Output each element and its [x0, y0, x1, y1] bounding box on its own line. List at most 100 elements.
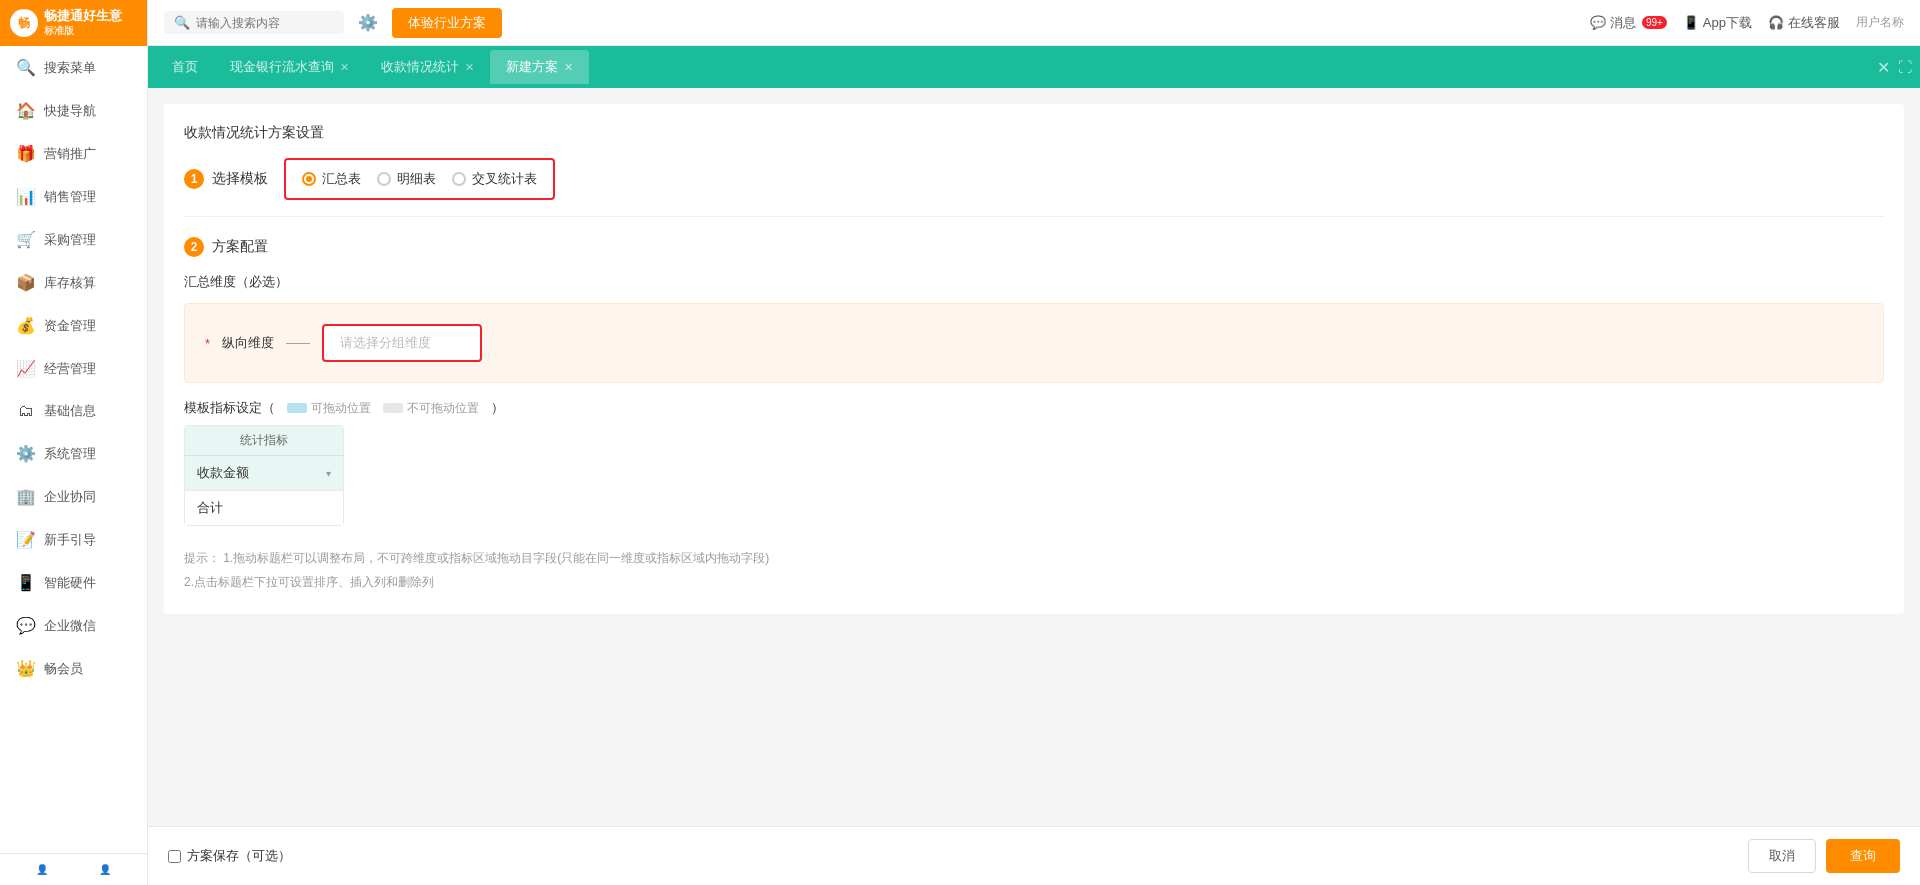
radio-cross[interactable]: 交叉统计表	[452, 170, 537, 188]
main-card: 收款情况统计方案设置 1 选择模板 汇总表 明细表	[164, 104, 1904, 614]
sidebar-avatar2[interactable]: 👤	[99, 864, 111, 875]
messages-label: 消息	[1610, 14, 1636, 32]
page-title: 收款情况统计方案设置	[184, 124, 1884, 142]
sidebar-item-wechat[interactable]: 💬 企业微信	[0, 604, 147, 647]
search-input[interactable]	[196, 16, 316, 30]
radio-cross-circle	[452, 172, 466, 186]
vertical-dimension-label: 纵向维度	[222, 334, 274, 352]
tab-cash-flow-close[interactable]: ✕	[340, 61, 349, 74]
crown-icon: 👑	[16, 659, 36, 678]
metrics-row-label: 合计	[197, 500, 223, 515]
phone-icon: 📱	[16, 573, 36, 592]
sidebar-item-label: 畅会员	[44, 660, 83, 678]
save-checkbox-label[interactable]: 方案保存（可选）	[168, 847, 291, 865]
radio-summary[interactable]: 汇总表	[302, 170, 361, 188]
section-divider	[184, 216, 1884, 217]
fixed-dot	[383, 403, 403, 413]
search-icon: 🔍	[16, 58, 36, 77]
gear-icon: ⚙️	[16, 444, 36, 463]
tabs-expand-button[interactable]: ⛶	[1898, 59, 1912, 75]
metrics-row-total: 合计	[185, 491, 343, 525]
settings-icon[interactable]: ⚙️	[354, 9, 382, 36]
radio-detail-circle	[377, 172, 391, 186]
avatar-icon: 👤	[36, 864, 48, 875]
home-icon: 🏠	[16, 101, 36, 120]
sidebar-item-label: 资金管理	[44, 317, 96, 335]
sidebar-item-label: 新手引导	[44, 531, 96, 549]
sidebar-item-finance[interactable]: 💰 资金管理	[0, 304, 147, 347]
sidebar-item-member[interactable]: 👑 畅会员	[0, 647, 147, 690]
gift-icon: 🎁	[16, 144, 36, 163]
section2-label: 方案配置	[212, 238, 268, 256]
cancel-button[interactable]: 取消	[1748, 839, 1816, 873]
dropdown-arrow-icon: ▾	[326, 468, 331, 479]
dimension-arrow: ——	[286, 336, 310, 350]
query-button[interactable]: 查询	[1826, 839, 1900, 873]
logo-title: 畅捷通好生意	[44, 8, 122, 24]
sidebar-item-label: 采购管理	[44, 231, 96, 249]
sidebar-item-label: 销售管理	[44, 188, 96, 206]
tab-new-plan[interactable]: 新建方案 ✕	[490, 50, 589, 84]
sidebar-item-operation[interactable]: 📈 经营管理	[0, 347, 147, 390]
dimension-selector[interactable]: 请选择分组维度	[322, 324, 482, 362]
metrics-column-label: 收款金额	[197, 464, 249, 482]
tab-receipt-stats-close[interactable]: ✕	[465, 61, 474, 74]
search-icon: 🔍	[174, 15, 190, 30]
save-checkbox-text: 方案保存（可选）	[187, 847, 291, 865]
radio-cross-label: 交叉统计表	[472, 170, 537, 188]
sidebar-item-marketing[interactable]: 🎁 营销推广	[0, 132, 147, 175]
sidebar-item-purchase[interactable]: 🛒 采购管理	[0, 218, 147, 261]
tab-home-label: 首页	[172, 58, 198, 76]
section2: 2 方案配置 汇总维度（必选） * 纵向维度 —— 请选择分组维度	[184, 237, 1884, 594]
sidebar-item-hardware[interactable]: 📱 智能硬件	[0, 561, 147, 604]
tips-section: 提示： 1.拖动标题栏可以调整布局，不可跨维度或指标区域拖动目字段(只能在同一维…	[184, 546, 1884, 594]
app-download-button[interactable]: 📱 App下载	[1683, 14, 1752, 32]
section1-number: 1	[184, 169, 204, 189]
sidebar-item-label: 企业微信	[44, 617, 96, 635]
messages-button[interactable]: 💬 消息 99+	[1590, 14, 1667, 32]
sidebar-item-search[interactable]: 🔍 搜索菜单	[0, 46, 147, 89]
header: 🔍 ⚙️ 体验行业方案 💬 消息 99+ 📱 App下载 🎧 在线客服 用户名称	[148, 0, 1920, 46]
sidebar-avatar1[interactable]: 👤	[36, 864, 48, 875]
tab-new-plan-close[interactable]: ✕	[564, 61, 573, 74]
metrics-title-close: ）	[491, 399, 504, 417]
save-checkbox[interactable]	[168, 850, 181, 863]
service-icon: 🎧	[1768, 15, 1784, 30]
logo-icon: 畅	[10, 9, 38, 37]
app-download-label: App下载	[1703, 14, 1752, 32]
sidebar-logo: 畅 畅捷通好生意 标准版	[0, 0, 147, 46]
sidebar-item-inventory[interactable]: 📦 库存核算	[0, 261, 147, 304]
sidebar-item-system[interactable]: ⚙️ 系统管理	[0, 432, 147, 475]
online-service-button[interactable]: 🎧 在线客服	[1768, 14, 1840, 32]
tab-cash-flow[interactable]: 现金银行流水查询 ✕	[214, 50, 365, 84]
sidebar-item-label: 系统管理	[44, 445, 96, 463]
logo-badge: 标准版	[44, 24, 122, 38]
tab-home[interactable]: 首页	[156, 50, 214, 84]
sidebar-item-quick-nav[interactable]: 🏠 快捷导航	[0, 89, 147, 132]
online-service-label: 在线客服	[1788, 14, 1840, 32]
tabs-close-all-button[interactable]: ✕	[1877, 58, 1890, 77]
header-search-box[interactable]: 🔍	[164, 11, 344, 34]
download-icon: 📱	[1683, 15, 1699, 30]
sidebar-item-basic-info[interactable]: 🗂 基础信息	[0, 390, 147, 432]
section1-header: 1 选择模板 汇总表 明细表 交叉统计表	[184, 158, 1884, 200]
template-radio-group: 汇总表 明细表 交叉统计表	[302, 170, 537, 188]
sidebar-nav: 🔍 搜索菜单 🏠 快捷导航 🎁 营销推广 📊 销售管理 🛒 采购管理 📦 库存核…	[0, 46, 147, 853]
sidebar-item-sales[interactable]: 📊 销售管理	[0, 175, 147, 218]
metrics-title-text: 模板指标设定（	[184, 399, 275, 417]
sidebar-item-label: 经营管理	[44, 360, 96, 378]
radio-detail[interactable]: 明细表	[377, 170, 436, 188]
box-icon: 📦	[16, 273, 36, 292]
footer: 方案保存（可选） 取消 查询	[148, 826, 1920, 885]
tip-2: 2.点击标题栏下拉可设置排序、插入列和删除列	[184, 570, 1884, 594]
sidebar-item-label: 基础信息	[44, 402, 96, 420]
movable-label: 可拖动位置	[311, 400, 371, 417]
metrics-title: 模板指标设定（ 可拖动位置 不可拖动位置 ）	[184, 399, 1884, 417]
sidebar-item-enterprise[interactable]: 🏢 企业协同	[0, 475, 147, 518]
sidebar-item-guide[interactable]: 📝 新手引导	[0, 518, 147, 561]
building-icon: 🏢	[16, 487, 36, 506]
metrics-column-header[interactable]: 收款金额 ▾	[185, 456, 343, 491]
tab-receipt-stats-label: 收款情况统计	[381, 58, 459, 76]
tab-receipt-stats[interactable]: 收款情况统计 ✕	[365, 50, 490, 84]
trial-button[interactable]: 体验行业方案	[392, 8, 502, 38]
